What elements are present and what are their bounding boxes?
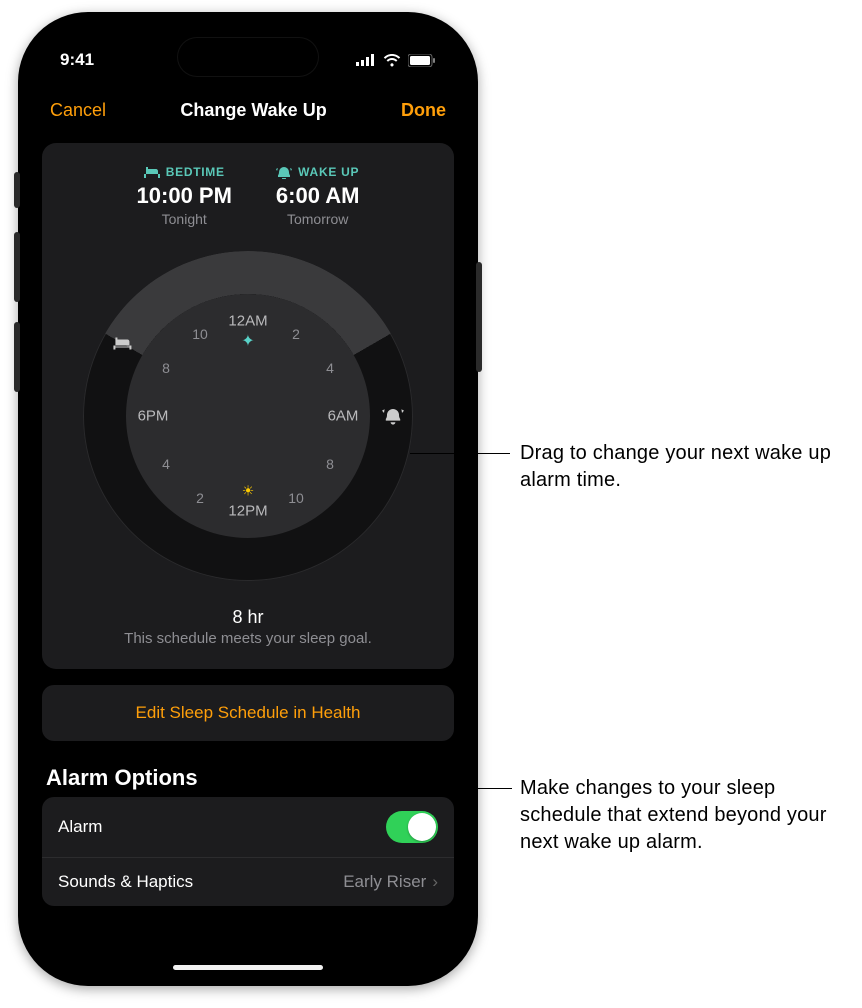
cellular-icon — [356, 54, 376, 66]
callout-text-2: Make changes to your sleep schedule that… — [520, 777, 827, 853]
hour-12am: 12AM — [228, 313, 267, 330]
callout-leader-line — [460, 788, 512, 789]
wakeup-label: WAKE UP — [298, 165, 359, 179]
edit-sleep-schedule-button[interactable]: Edit Sleep Schedule in Health — [42, 685, 454, 741]
sleep-dial[interactable]: 12AM ✦ 12PM ☀ 6PM 6AM 2 4 8 10 2 4 8 10 — [83, 251, 413, 581]
alarm-toggle[interactable] — [386, 811, 438, 843]
sleep-goal-message: This schedule meets your sleep goal. — [56, 630, 440, 647]
callout-edit-schedule: Make changes to your sleep schedule that… — [520, 775, 850, 856]
callout-leader-line — [410, 453, 510, 454]
side-button-silence — [14, 172, 20, 208]
hour-2a: 2 — [292, 326, 300, 342]
navigation-bar: Cancel Change Wake Up Done — [26, 78, 470, 129]
sun-icon: ☀ — [242, 483, 255, 500]
wakeup-block: WAKE UP 6:00 AM Tomorrow — [276, 165, 360, 227]
bedtime-block: BEDTIME 10:00 PM Tonight — [137, 165, 232, 227]
alarm-options-list: Alarm Sounds & Haptics Early Riser › — [42, 797, 454, 906]
callout-wakeup-drag: Drag to change your next wake up alarm t… — [520, 440, 850, 494]
side-button-volume-up — [14, 232, 20, 302]
callout-text-1: Drag to change your next wake up alarm t… — [520, 442, 831, 491]
sleep-goal: 8 hr This schedule meets your sleep goal… — [56, 607, 440, 647]
chevron-right-icon: › — [432, 872, 438, 892]
hour-6am: 6AM — [328, 408, 359, 425]
hour-6pm: 6PM — [138, 408, 169, 425]
sleep-hours: 8 hr — [56, 607, 440, 628]
sleep-card: BEDTIME 10:00 PM Tonight WAKE UP 6:00 AM… — [42, 143, 454, 669]
hour-2p: 2 — [196, 490, 204, 506]
screen: 9:41 Cancel Change Wake Up Done BEDTIME — [26, 20, 470, 978]
alarm-row-label: Alarm — [58, 817, 102, 837]
iphone-frame: 9:41 Cancel Change Wake Up Done BEDTIME — [18, 12, 478, 986]
battery-icon — [408, 54, 436, 67]
side-button-volume-down — [14, 322, 20, 392]
bedtime-handle[interactable] — [104, 326, 140, 362]
bedtime-sub: Tonight — [137, 211, 232, 227]
alarm-options-header: Alarm Options — [46, 765, 450, 791]
hour-4p: 4 — [162, 456, 170, 472]
hour-8a: 8 — [326, 456, 334, 472]
dynamic-island — [178, 38, 318, 76]
sounds-row-value: Early Riser — [343, 872, 426, 892]
wakeup-time: 6:00 AM — [276, 183, 360, 209]
page-title: Change Wake Up — [180, 100, 326, 121]
hour-10p: 10 — [192, 326, 208, 342]
cancel-button[interactable]: Cancel — [50, 100, 106, 121]
bed-handle-icon — [112, 337, 132, 351]
wakeup-sub: Tomorrow — [276, 211, 360, 227]
hour-12pm: 12PM — [228, 503, 267, 520]
bedtime-time: 10:00 PM — [137, 183, 232, 209]
alarm-handle-icon — [382, 407, 404, 425]
bedtime-label: BEDTIME — [166, 165, 225, 179]
wifi-icon — [383, 54, 401, 67]
side-button-power — [476, 262, 482, 372]
alarm-toggle-row: Alarm — [42, 797, 454, 858]
hour-8p: 8 — [162, 360, 170, 376]
alarm-icon — [276, 166, 292, 179]
hour-4a: 4 — [326, 360, 334, 376]
sounds-row-label: Sounds & Haptics — [58, 872, 193, 892]
bed-icon — [144, 167, 160, 178]
wakeup-handle[interactable] — [375, 398, 411, 434]
home-indicator[interactable] — [173, 965, 323, 970]
done-button[interactable]: Done — [401, 100, 446, 121]
status-time: 9:41 — [60, 50, 94, 70]
sounds-haptics-row[interactable]: Sounds & Haptics Early Riser › — [42, 858, 454, 906]
night-sparkle-icon: ✦ — [241, 331, 254, 351]
hour-10a: 10 — [288, 490, 304, 506]
